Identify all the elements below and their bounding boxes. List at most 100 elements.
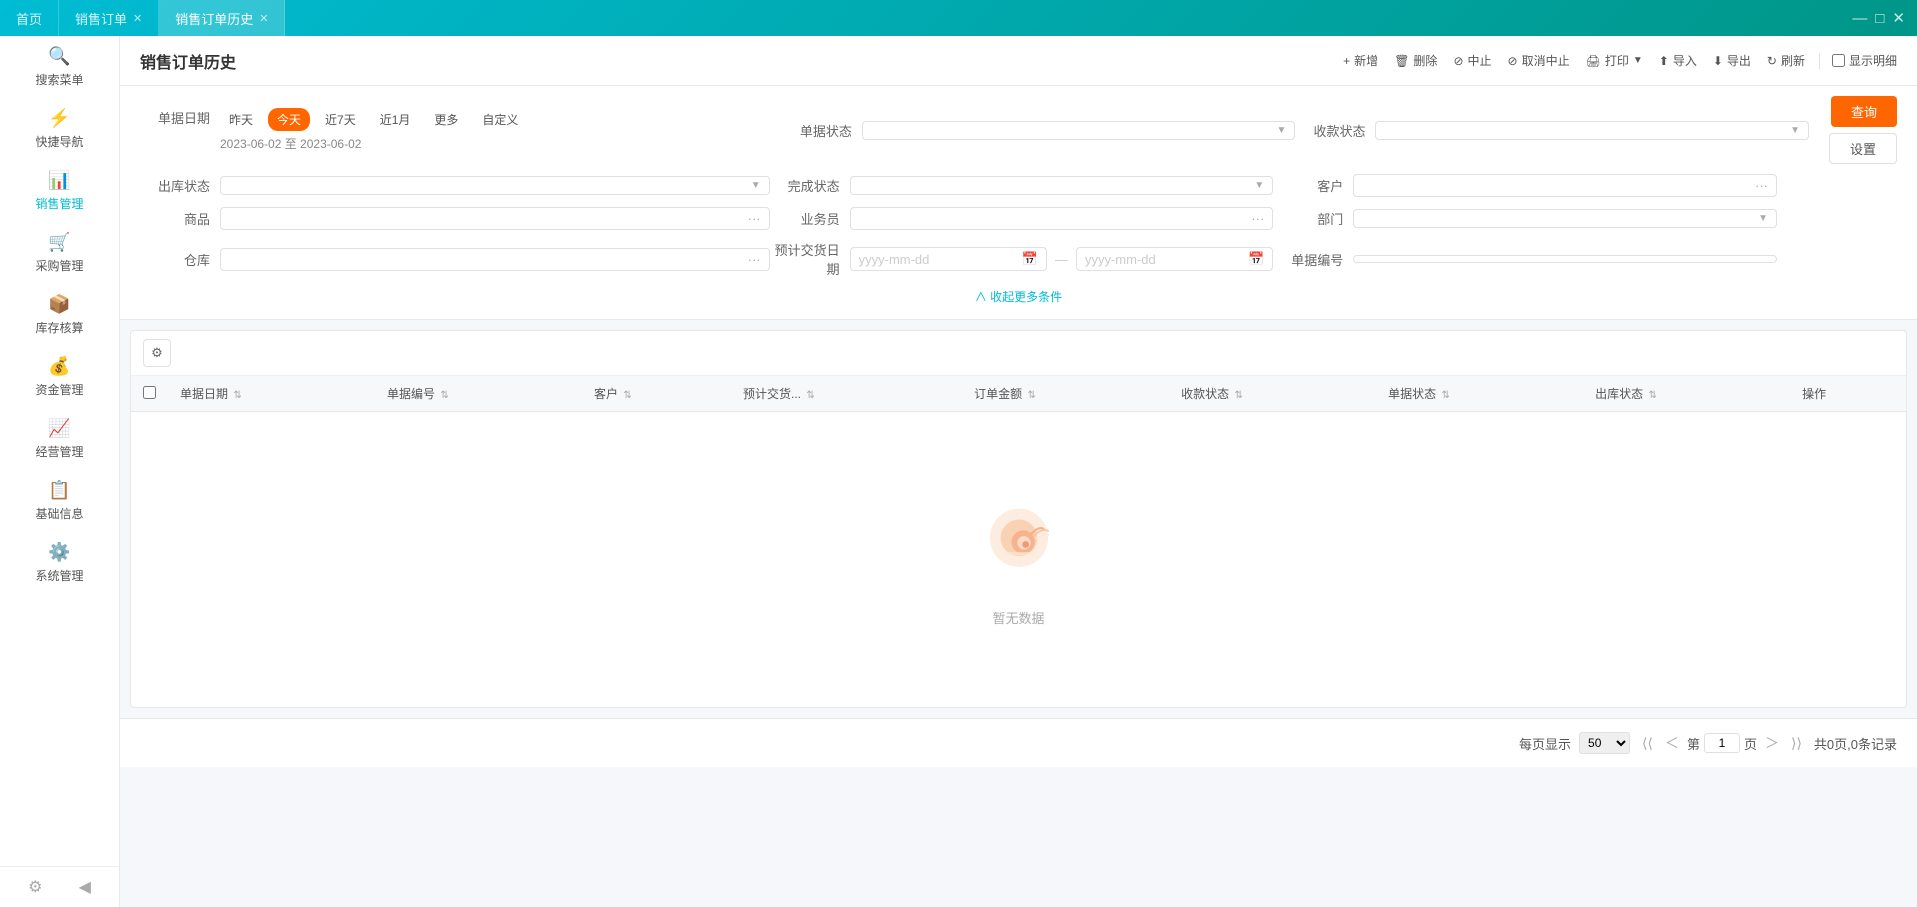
print-button[interactable]: 🖨 打印 ▼ xyxy=(1584,48,1645,73)
sidebar-item-sales[interactable]: 📊 销售管理 xyxy=(0,160,119,222)
sidebar-item-quick-nav[interactable]: ⚡ 快捷导航 xyxy=(0,98,119,160)
export-icon: ⬇ xyxy=(1713,54,1723,68)
minimize-button[interactable]: — xyxy=(1852,10,1867,27)
delete-button[interactable]: 🗑 删除 xyxy=(1392,48,1439,73)
date-btn-more[interactable]: 更多 xyxy=(425,108,467,131)
last-page-button[interactable]: ⟩⟩ xyxy=(1787,733,1806,754)
cal-start-icon[interactable]: 📅 xyxy=(1022,251,1038,267)
add-button[interactable]: + 新增 xyxy=(1341,48,1380,73)
department-label: 部门 xyxy=(1273,209,1353,228)
th-estimated-delivery-label: 预计交货... xyxy=(743,387,801,401)
table-settings-icon[interactable]: ⚙ xyxy=(143,339,171,367)
th-receipt-status-label: 收款状态 xyxy=(1181,387,1229,401)
th-customer: 客户 ⇅ xyxy=(582,376,731,412)
prev-page-button[interactable]: ＜ xyxy=(1661,731,1683,755)
sidebar-collapse-icon[interactable]: ◀ xyxy=(79,877,91,897)
display-detail-checkbox-label[interactable]: 显示明细 xyxy=(1832,52,1897,69)
date-btn-today[interactable]: 今天 xyxy=(268,108,310,131)
stop-button[interactable]: ⊘ 中止 xyxy=(1451,48,1493,73)
sidebar-settings-icon[interactable]: ⚙ xyxy=(28,877,42,897)
tab-sales-order-close[interactable]: ✕ xyxy=(133,12,142,25)
table-header-row: 单据日期 ⇅ 单据编号 ⇅ 客户 ⇅ 预计交货... xyxy=(131,376,1906,412)
th-voucher-status-sort[interactable]: ⇅ xyxy=(1441,390,1449,401)
cal-end-icon[interactable]: 📅 xyxy=(1248,251,1264,267)
status-select-arrow: ▼ xyxy=(1277,125,1287,136)
display-detail-checkbox[interactable] xyxy=(1832,54,1845,67)
tab-sales-order-history[interactable]: 销售订单历史 ✕ xyxy=(159,0,285,36)
th-customer-sort[interactable]: ⇅ xyxy=(623,390,631,401)
th-estimated-delivery-sort[interactable]: ⇅ xyxy=(806,390,814,401)
date-range-display: 2023-06-02 至 2023-06-02 xyxy=(220,135,782,152)
department-select[interactable]: ▼ xyxy=(1353,209,1777,228)
outbound-status-select[interactable]: ▼ xyxy=(220,176,770,195)
estimated-date-end[interactable]: yyyy-mm-dd xyxy=(1085,252,1248,267)
customer-dotdot[interactable]: ··· xyxy=(1755,178,1768,193)
receipt-status-select[interactable]: ▼ xyxy=(1375,121,1809,140)
select-all-checkbox[interactable] xyxy=(143,386,156,399)
sidebar-item-search[interactable]: 🔍 搜索菜单 xyxy=(0,36,119,98)
tab-list: 首页 销售订单 ✕ 销售订单历史 ✕ xyxy=(0,0,1840,36)
date-btn-1month[interactable]: 近1月 xyxy=(371,108,420,131)
current-page-input[interactable] xyxy=(1704,733,1740,753)
collapse-bar[interactable]: ∧ 收起更多条件 xyxy=(140,284,1897,309)
maximize-button[interactable]: □ xyxy=(1875,10,1884,27)
estimated-date-start[interactable]: yyyy-mm-dd xyxy=(859,252,1022,267)
th-estimated-delivery: 预计交货... ⇅ xyxy=(731,376,962,412)
delete-icon: 🗑 xyxy=(1394,54,1409,68)
th-voucher-status: 单据状态 ⇅ xyxy=(1376,376,1583,412)
settings-button[interactable]: 设置 xyxy=(1829,133,1897,164)
th-date-sort[interactable]: ⇅ xyxy=(233,390,241,401)
th-outbound-status-sort[interactable]: ⇅ xyxy=(1648,390,1656,401)
th-voucher-no-sort[interactable]: ⇅ xyxy=(440,390,448,401)
close-button[interactable]: ✕ xyxy=(1892,9,1905,27)
tab-sales-order-history-close[interactable]: ✕ xyxy=(259,12,268,25)
tab-sales-order-label: 销售订单 xyxy=(75,9,127,28)
th-voucher-no: 单据编号 ⇅ xyxy=(375,376,582,412)
import-label: 导入 xyxy=(1673,52,1697,69)
cancel-stop-button[interactable]: ⊘ 取消中止 xyxy=(1506,48,1572,73)
sidebar-item-operations[interactable]: 📈 经营管理 xyxy=(0,408,119,470)
th-date-label: 单据日期 xyxy=(180,387,228,401)
goods-dotdot[interactable]: ··· xyxy=(748,211,761,226)
th-receipt-status-sort[interactable]: ⇅ xyxy=(1234,390,1242,401)
toolbar: + 新增 🗑 删除 ⊘ 中止 ⊘ 取消中止 🖨 打印 xyxy=(1341,48,1897,73)
page-size-dropdown[interactable]: 10 20 50 100 xyxy=(1579,732,1630,754)
tab-home[interactable]: 首页 xyxy=(0,0,59,36)
th-outbound-status-label: 出库状态 xyxy=(1595,387,1643,401)
sidebar-item-system[interactable]: ⚙️ 系统管理 xyxy=(0,532,119,594)
status-select[interactable]: ▼ xyxy=(862,121,1296,140)
tab-home-label: 首页 xyxy=(16,9,42,28)
table-toolbar: ⚙ xyxy=(131,331,1906,376)
completion-status-select[interactable]: ▼ xyxy=(850,176,1274,195)
warehouse-dotdot[interactable]: ··· xyxy=(748,252,761,267)
sidebar-item-inventory[interactable]: 📦 库存核算 xyxy=(0,284,119,346)
sidebar-item-finance[interactable]: 💰 资金管理 xyxy=(0,346,119,408)
sidebar-item-purchase[interactable]: 🛒 采购管理 xyxy=(0,222,119,284)
query-button[interactable]: 查询 xyxy=(1831,96,1897,127)
sidebar: 🔍 搜索菜单 ⚡ 快捷导航 📊 销售管理 🛒 采购管理 📦 库存核算 💰 资金管… xyxy=(0,36,120,907)
sidebar-item-purchase-label: 采购管理 xyxy=(35,257,83,274)
date-filter-label: 单据日期 xyxy=(140,108,220,127)
status-filter-label: 单据状态 xyxy=(782,121,862,140)
empty-state: 暂无数据 xyxy=(131,412,1906,707)
next-page-button[interactable]: ＞ xyxy=(1761,731,1783,755)
import-button[interactable]: ⬆ 导入 xyxy=(1657,48,1699,73)
export-button[interactable]: ⬇ 导出 xyxy=(1711,48,1753,73)
first-page-button[interactable]: ⟨⟨ xyxy=(1638,733,1657,754)
refresh-button[interactable]: ↻ 刷新 xyxy=(1765,48,1807,73)
sidebar-item-operations-label: 经营管理 xyxy=(35,443,83,460)
sidebar-item-quick-nav-label: 快捷导航 xyxy=(35,133,83,150)
cancel-stop-label: 取消中止 xyxy=(1522,52,1570,69)
estimated-date-label: 预计交货日期 xyxy=(770,240,850,278)
sidebar-item-basic-info[interactable]: 📋 基础信息 xyxy=(0,470,119,532)
tab-sales-order[interactable]: 销售订单 ✕ xyxy=(59,0,159,36)
sales-person-dotdot[interactable]: ··· xyxy=(1251,211,1264,226)
date-btn-custom[interactable]: 自定义 xyxy=(473,108,527,131)
customer-label: 客户 xyxy=(1273,176,1353,195)
voucher-no-label: 单据编号 xyxy=(1273,250,1353,269)
empty-illustration xyxy=(969,492,1069,592)
date-btn-7days[interactable]: 近7天 xyxy=(316,108,365,131)
print-label: 打印 xyxy=(1605,52,1629,69)
date-btn-yesterday[interactable]: 昨天 xyxy=(220,108,262,131)
th-order-amount-sort[interactable]: ⇅ xyxy=(1027,390,1035,401)
